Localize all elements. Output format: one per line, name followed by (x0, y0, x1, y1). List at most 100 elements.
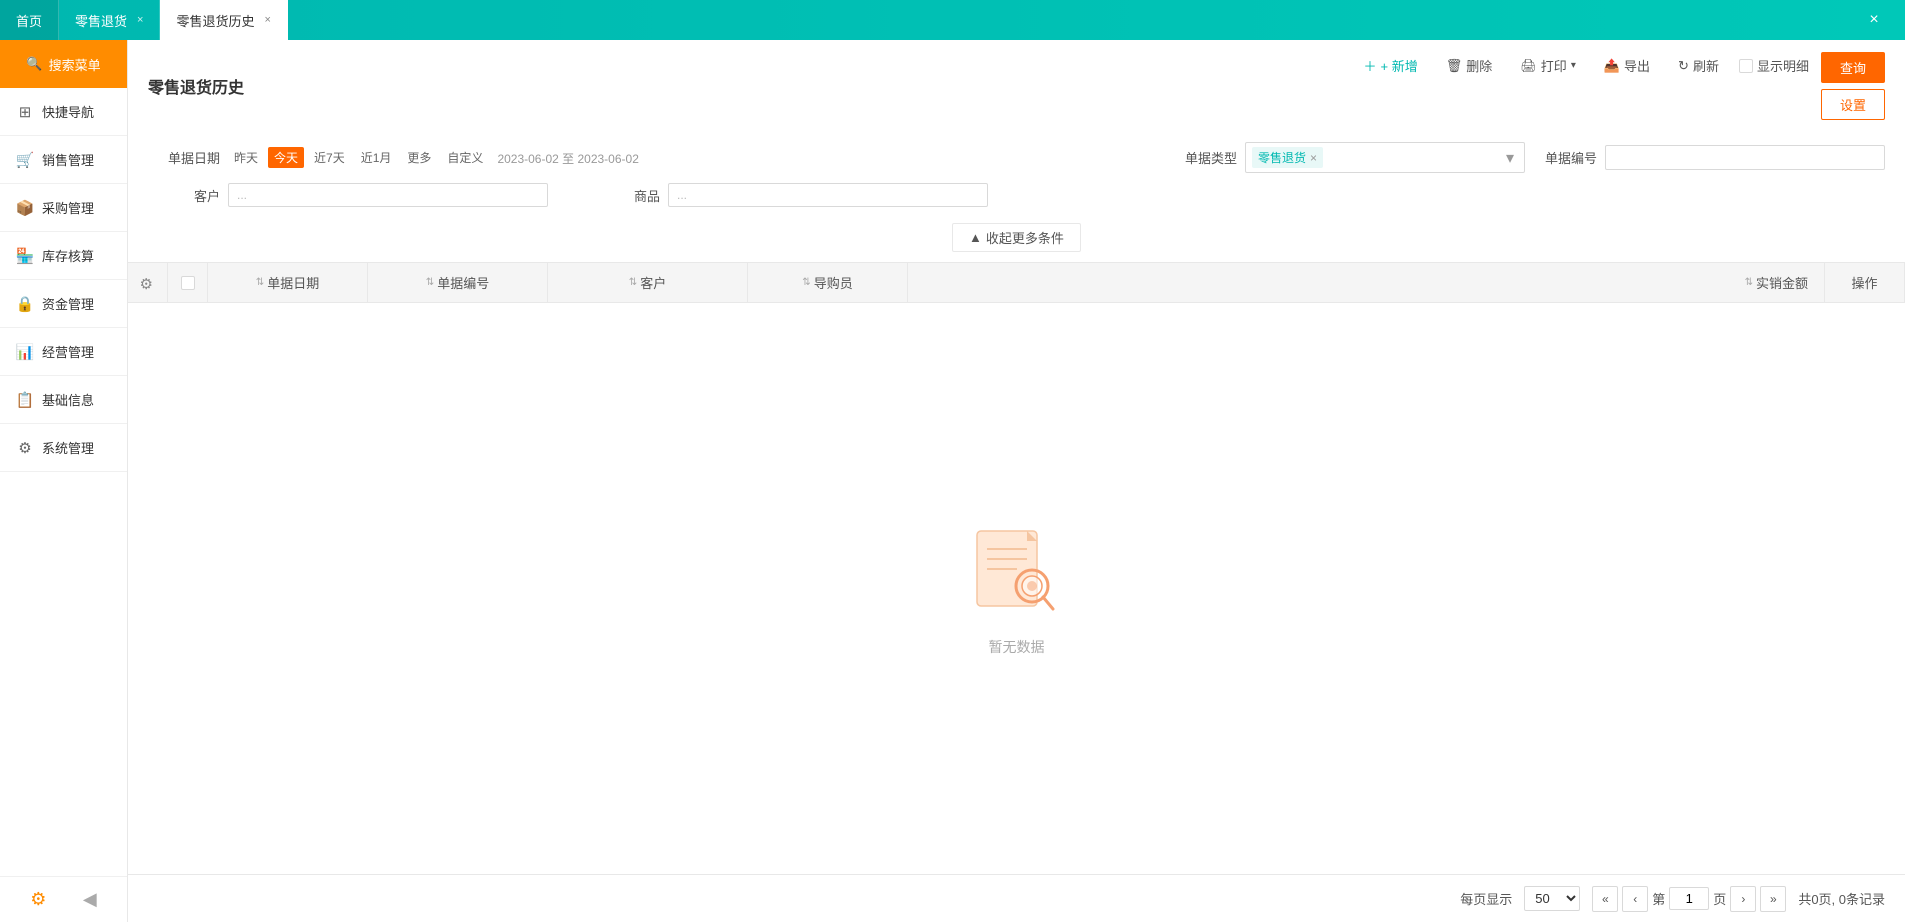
tab-retail-return-history-label: 零售退货历史 (176, 11, 254, 30)
date-1month-btn[interactable]: 近1月 (355, 147, 398, 168)
date-7days-btn[interactable]: 近7天 (308, 147, 351, 168)
finance-icon: 🔒 (16, 295, 34, 313)
date-range-display: 2023-06-02 至 2023-06-02 (497, 150, 638, 167)
doc-type-tag: 零售退货 × (1252, 147, 1323, 168)
th-operation-label: 操作 (1851, 273, 1877, 292)
show-detail-checkbox[interactable] (1739, 59, 1753, 73)
doc-type-tag-remove[interactable]: × (1310, 151, 1317, 165)
query-button[interactable]: 查询 (1821, 52, 1885, 83)
settings-button[interactable]: 设置 (1821, 89, 1885, 120)
doc-type-arrow-icon[interactable]: ▾ (1498, 148, 1522, 168)
th-customer-label: 客户 (640, 273, 666, 292)
delete-icon: 🗑 (1446, 58, 1463, 74)
sidebar-item-inventory[interactable]: 🏪 库存核算 (0, 232, 127, 280)
show-detail-row: 显示明细 (1739, 56, 1809, 75)
sort-guide-icon[interactable]: ⇅ (802, 277, 810, 288)
sales-mgmt-icon: 🛒 (16, 151, 34, 169)
page-first-btn[interactable]: « (1592, 886, 1618, 912)
sidebar-item-quick-nav[interactable]: ⊞ 快捷导航 (0, 88, 127, 136)
delete-button[interactable]: 🗑 删除 (1438, 52, 1501, 79)
date-today-btn[interactable]: 今天 (268, 147, 304, 168)
refresh-label: 刷新 (1693, 56, 1719, 75)
tab-home[interactable]: 首页 (0, 0, 59, 40)
print-button[interactable]: 🖨 打印 ▾ (1512, 52, 1584, 79)
sidebar-item-finance[interactable]: 🔒 资金管理 (0, 280, 127, 328)
filter-area: 单据日期 昨天 今天 近7天 近1月 更多 自定义 2023-06-02 至 2… (148, 130, 1885, 262)
th-order-no: ⇅ 单据编号 (368, 263, 548, 302)
collapse-more-btn[interactable]: ▲ 收起更多条件 (952, 223, 1081, 252)
empty-state: 暂无数据 (128, 303, 1905, 874)
th-date: ⇅ 单据日期 (208, 263, 368, 302)
customer-input[interactable]: ... (228, 183, 548, 207)
th-checkbox (168, 263, 208, 302)
sort-amount-icon[interactable]: ⇅ (1745, 277, 1753, 288)
sidebar-item-basic-info[interactable]: 📋 基础信息 (0, 376, 127, 424)
table-header: ⚙ ⇅ 单据日期 ⇅ 单据编号 ⇅ 客户 ⇅ (128, 263, 1905, 303)
per-page-select[interactable]: 10 20 50 100 (1524, 886, 1580, 911)
empty-text: 暂无数据 (989, 637, 1045, 657)
date-custom-btn[interactable]: 自定义 (441, 147, 489, 168)
content-area: 零售退货历史 ＋ + 新增 🗑 删除 🖨 打印 (128, 40, 1905, 922)
date-shortcuts: 昨天 今天 近7天 近1月 更多 自定义 (228, 147, 489, 168)
window-close-button[interactable]: × (1859, 5, 1889, 35)
top-bar: 首页 零售退货 × 零售退货历史 × × (0, 0, 1905, 40)
tab-list: 首页 零售退货 × 零售退货历史 × (0, 0, 1843, 40)
sidebar-item-system-mgmt[interactable]: ⚙ 系统管理 (0, 424, 127, 472)
date-more-btn[interactable]: 更多 (401, 147, 437, 168)
sidebar-settings-icon[interactable]: ⚙ (30, 889, 46, 910)
sidebar-item-finance-label: 资金管理 (42, 294, 94, 313)
page-unit: 页 (1713, 889, 1726, 908)
tab-retail-return-history[interactable]: 零售退货历史 × (160, 0, 287, 40)
th-date-label: 单据日期 (267, 273, 319, 292)
page-header: 零售退货历史 ＋ + 新增 🗑 删除 🖨 打印 (128, 40, 1905, 263)
tab-retail-return-close[interactable]: × (137, 14, 143, 26)
doc-no-input[interactable] (1605, 145, 1885, 170)
page-last-btn[interactable]: » (1760, 886, 1786, 912)
sidebar: 🔍 搜索菜单 ⊞ 快捷导航 🛒 销售管理 📦 采购管理 🏪 库存核算 🔒 资金管… (0, 40, 128, 922)
purchase-mgmt-icon: 📦 (16, 199, 34, 217)
sidebar-item-basic-info-label: 基础信息 (42, 390, 94, 409)
date-yesterday-btn[interactable]: 昨天 (228, 147, 264, 168)
page-prev-btn[interactable]: ‹ (1622, 886, 1648, 912)
sidebar-item-sales-mgmt-label: 销售管理 (42, 150, 94, 169)
quick-nav-icon: ⊞ (16, 103, 34, 121)
sidebar-bottom: ⚙ ◀ (0, 876, 127, 922)
export-button[interactable]: 📤 导出 (1596, 52, 1658, 79)
sort-customer-icon[interactable]: ⇅ (629, 277, 637, 288)
collapse-icon: ▲ (969, 230, 982, 245)
th-order-no-label: 单据编号 (437, 273, 489, 292)
refresh-button[interactable]: ↻ 刷新 (1670, 52, 1727, 79)
doc-no-label: 单据编号 (1525, 148, 1605, 167)
select-all-checkbox[interactable] (181, 276, 195, 290)
sidebar-item-business[interactable]: 📊 经营管理 (0, 328, 127, 376)
sidebar-item-purchase-mgmt[interactable]: 📦 采购管理 (0, 184, 127, 232)
print-label: 打印 (1541, 56, 1567, 75)
sort-order-icon[interactable]: ⇅ (426, 277, 434, 288)
doc-type-select[interactable]: 零售退货 × ▾ (1245, 142, 1525, 173)
goods-placeholder: ... (677, 188, 687, 202)
tab-retail-return-label: 零售退货 (75, 11, 127, 30)
tab-retail-return-history-close[interactable]: × (264, 14, 270, 26)
th-amount-label: 实销金额 (1756, 273, 1808, 292)
top-bar-right: × (1843, 5, 1905, 35)
main-layout: 🔍 搜索菜单 ⊞ 快捷导航 🛒 销售管理 📦 采购管理 🏪 库存核算 🔒 资金管… (0, 40, 1905, 922)
tab-home-label: 首页 (16, 11, 42, 30)
basic-info-icon: 📋 (16, 391, 34, 409)
goods-input[interactable]: ... (668, 183, 988, 207)
collapse-label: 收起更多条件 (986, 228, 1064, 247)
tab-retail-return[interactable]: 零售退货 × (59, 0, 160, 40)
print-icon: 🖨 (1520, 58, 1537, 74)
customer-label: 客户 (148, 186, 228, 205)
sort-date-icon[interactable]: ⇅ (256, 277, 264, 288)
page-next-btn[interactable]: › (1730, 886, 1756, 912)
page-number-input[interactable] (1669, 887, 1709, 910)
show-detail-label: 显示明细 (1757, 56, 1809, 75)
doc-type-tag-label: 零售退货 (1258, 149, 1306, 166)
new-icon: ＋ (1364, 56, 1377, 75)
sidebar-search[interactable]: 🔍 搜索菜单 (0, 40, 127, 88)
new-button[interactable]: ＋ + 新增 (1356, 52, 1426, 79)
column-settings-icon[interactable]: ⚙ (140, 275, 156, 291)
sidebar-item-sales-mgmt[interactable]: 🛒 销售管理 (0, 136, 127, 184)
sidebar-collapse-icon[interactable]: ◀ (83, 889, 97, 910)
export-icon: 📤 (1604, 58, 1620, 74)
